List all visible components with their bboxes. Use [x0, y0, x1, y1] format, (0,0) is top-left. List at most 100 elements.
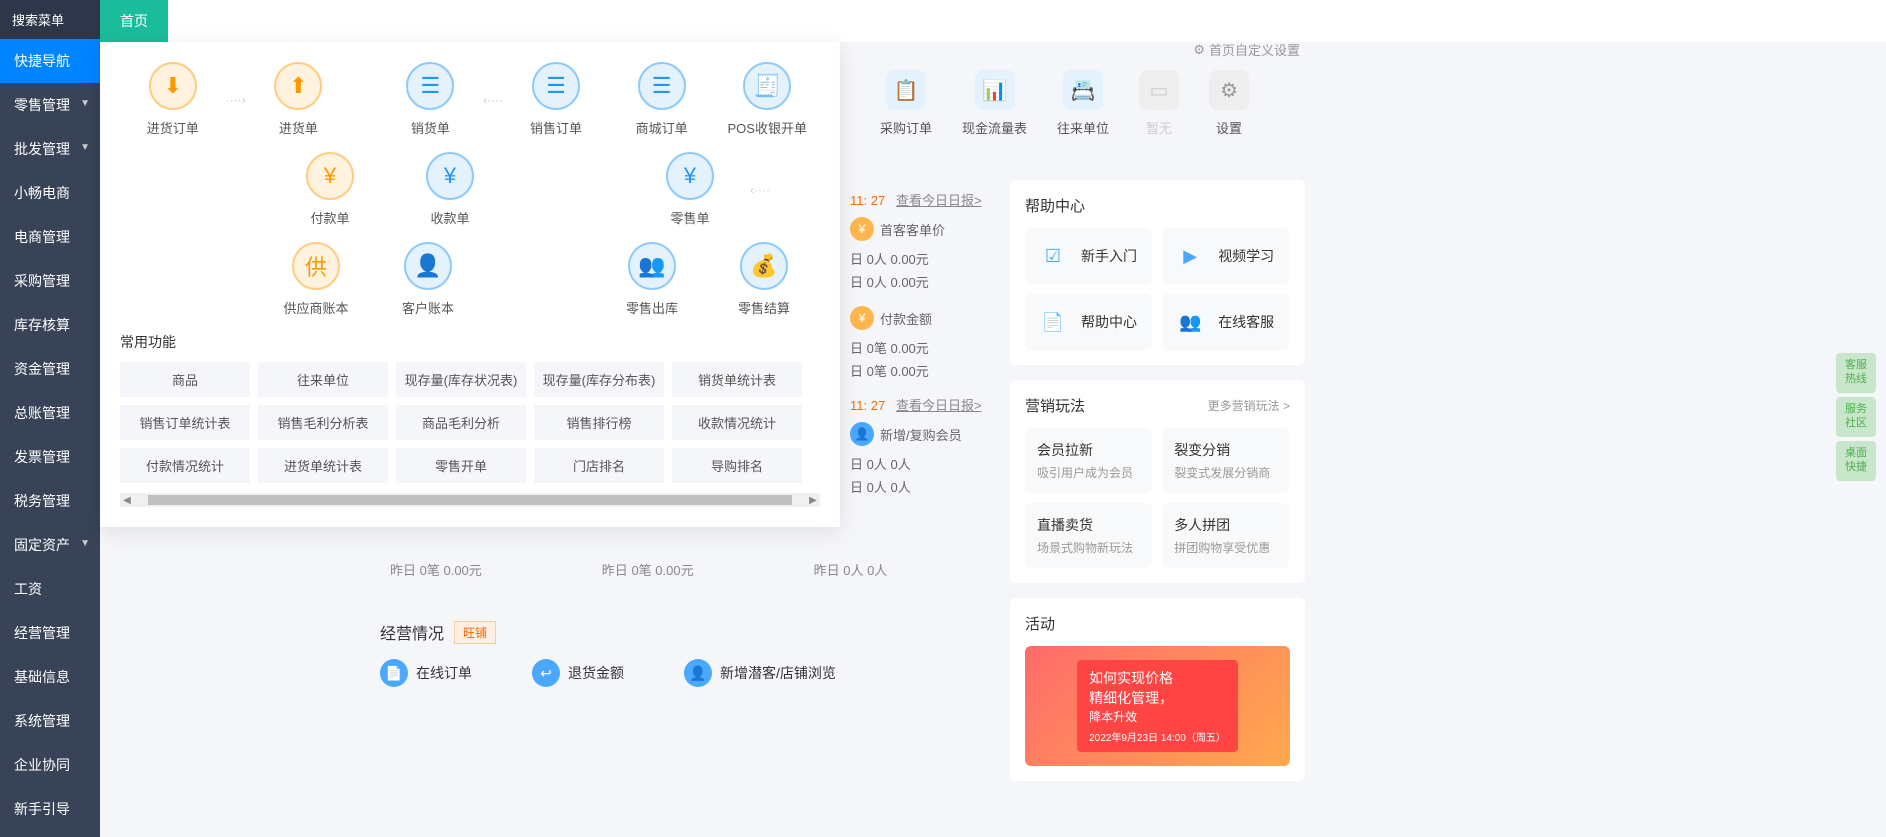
- shortcut-cashflow[interactable]: 📊现金流量表: [962, 70, 1027, 137]
- shortcut-settings[interactable]: ⚙设置: [1209, 70, 1249, 137]
- search-menu[interactable]: 搜索菜单: [0, 0, 100, 39]
- stat-prefix: 日: [850, 364, 863, 379]
- common-function-button[interactable]: 现存量(库存分布表): [534, 362, 664, 397]
- chevron-down-icon: ▼: [80, 142, 90, 153]
- flow-label: POS收银开单: [714, 118, 820, 137]
- shortcut-purchase-order[interactable]: 📋采购订单: [880, 70, 932, 137]
- sidebar-item-purchase[interactable]: 采购管理: [0, 259, 100, 303]
- float-desktop[interactable]: 桌面快捷: [1836, 441, 1876, 481]
- biz-potential[interactable]: 👤新增潜客/店铺浏览: [684, 659, 836, 687]
- common-function-button[interactable]: 销售排行榜: [534, 405, 664, 440]
- sidebar-item-system[interactable]: 系统管理: [0, 699, 100, 743]
- common-function-button[interactable]: 销售毛利分析表: [258, 405, 388, 440]
- sidebar-item-tax[interactable]: 税务管理: [0, 479, 100, 523]
- common-function-button[interactable]: 销售订单统计表: [120, 405, 250, 440]
- flow-retail-out[interactable]: 👥零售出库: [596, 242, 708, 317]
- flow-receipt[interactable]: ¥收款单: [390, 152, 510, 227]
- scroll-right-button[interactable]: ▶: [806, 493, 820, 507]
- top-shortcuts: 📋采购订单 📊现金流量表 📇往来单位 ▭暂无 ⚙设置: [880, 60, 1300, 147]
- sidebar-item-salary[interactable]: 工资: [0, 567, 100, 611]
- daily-report-link[interactable]: 查看今日日报>: [896, 193, 982, 208]
- sidebar-item-inventory[interactable]: 库存核算: [0, 303, 100, 347]
- calendar-icon: 📋: [886, 70, 926, 110]
- mkt-member[interactable]: 会员拉新吸引用户成为会员: [1025, 428, 1152, 493]
- sidebar-item-invoice[interactable]: 发票管理: [0, 435, 100, 479]
- sidebar-item-xiaochang[interactable]: 小畅电商: [0, 171, 100, 215]
- common-function-button[interactable]: 商品: [120, 362, 250, 397]
- sidebar-item-operation[interactable]: 经营管理: [0, 611, 100, 655]
- common-function-button[interactable]: 现存量(库存状况表): [396, 362, 526, 397]
- sidebar-item-retail[interactable]: 零售管理▼: [0, 83, 100, 127]
- float-hotline[interactable]: 客服热线: [1836, 353, 1876, 393]
- activity-banner[interactable]: 如何实现价格 精细化管理， 降本升效 2022年9月23日 14:00（周五）: [1025, 646, 1290, 766]
- user-icon: 👤: [684, 659, 712, 687]
- shortcut-none[interactable]: ▭暂无: [1139, 70, 1179, 137]
- help-label: 在线客服: [1218, 312, 1274, 332]
- shortcut-label: 设置: [1209, 118, 1249, 137]
- arrow-left-icon: ‹····: [483, 93, 503, 107]
- shortcut-contacts[interactable]: 📇往来单位: [1057, 70, 1109, 137]
- common-function-button[interactable]: 往来单位: [258, 362, 388, 397]
- common-function-button[interactable]: 商品毛利分析: [396, 405, 526, 440]
- sidebar-item-ledger[interactable]: 总账管理: [0, 391, 100, 435]
- sidebar-item-collab[interactable]: 企业协同: [0, 743, 100, 787]
- common-function-button[interactable]: 付款情况统计: [120, 448, 250, 483]
- sidebar-item-guide[interactable]: 新手引导: [0, 787, 100, 831]
- flow-sales-bill[interactable]: ☰销货单: [378, 62, 484, 137]
- mkt-title: 多人拼团: [1174, 515, 1277, 535]
- flow-retail-settle[interactable]: 💰零售结算: [708, 242, 820, 317]
- unit-price-icon: ¥: [850, 217, 874, 241]
- common-function-button[interactable]: 导购排名: [672, 448, 802, 483]
- customize-home-link[interactable]: ⚙首页自定义设置: [1193, 40, 1300, 59]
- sidebar-item-basic[interactable]: 基础信息: [0, 655, 100, 699]
- sidebar-item-quicknav[interactable]: 快捷导航: [0, 39, 100, 83]
- float-community[interactable]: 服务社区: [1836, 397, 1876, 437]
- user-icon: 👥: [628, 242, 676, 290]
- sidebar-item-assets[interactable]: 固定资产▼: [0, 523, 100, 567]
- tab-home[interactable]: 首页: [100, 0, 168, 42]
- shortcut-label: 往来单位: [1057, 118, 1109, 137]
- float-buttons: 客服热线 服务社区 桌面快捷: [1836, 353, 1876, 485]
- help-video[interactable]: ▶视频学习: [1162, 228, 1289, 284]
- common-function-button[interactable]: 门店排名: [534, 448, 664, 483]
- sidebar-item-finance[interactable]: 资金管理: [0, 347, 100, 391]
- flow-label: 商城订单: [609, 118, 715, 137]
- flow-payment[interactable]: ¥付款单: [270, 152, 390, 227]
- common-function-button[interactable]: 销货单统计表: [672, 362, 802, 397]
- flow-mall-order[interactable]: ☰商城订单: [609, 62, 715, 137]
- mkt-fission[interactable]: 裂变分销裂变式发展分销商: [1162, 428, 1289, 493]
- mkt-group[interactable]: 多人拼团拼团购物享受优惠: [1162, 503, 1289, 568]
- section-title: 经营情况: [380, 620, 444, 644]
- help-getting-started[interactable]: ☑新手入门: [1025, 228, 1152, 284]
- help-center[interactable]: 📄帮助中心: [1025, 294, 1152, 350]
- sidebar-item-wholesale[interactable]: 批发管理▼: [0, 127, 100, 171]
- biz-refund[interactable]: ↩退货金额: [532, 659, 624, 687]
- money-icon: ¥: [666, 152, 714, 200]
- stat-title: 付款金额: [880, 309, 932, 328]
- flow-customer-ledger[interactable]: 👤客户账本: [372, 242, 484, 317]
- common-function-button[interactable]: 零售开单: [396, 448, 526, 483]
- biz-online-order[interactable]: 📄在线订单: [380, 659, 472, 687]
- horizontal-scrollbar[interactable]: ◀ ▶: [120, 493, 820, 507]
- stat-value: 0人 0.00元: [867, 275, 929, 290]
- common-function-button[interactable]: 收款情况统计: [672, 405, 802, 440]
- flow-retail[interactable]: ¥零售单: [630, 152, 750, 227]
- flow-purchase-order[interactable]: ⬇进货订单: [120, 62, 226, 137]
- scroll-thumb[interactable]: [148, 495, 792, 505]
- marketing-title: 营销玩法: [1025, 395, 1085, 416]
- flow-pos[interactable]: 🧾POS收银开单: [714, 62, 820, 137]
- flow-sales-order[interactable]: ☰销售订单: [503, 62, 609, 137]
- stat-yesterday-left: 昨日 0笔 0.00元: [390, 560, 482, 579]
- daily-report-link[interactable]: 查看今日日报>: [896, 398, 982, 413]
- flow-supplier-ledger[interactable]: 供供应商账本: [260, 242, 372, 317]
- common-function-button[interactable]: 进货单统计表: [258, 448, 388, 483]
- marketing-more-link[interactable]: 更多营销玩法 >: [1208, 397, 1290, 414]
- mkt-sub: 吸引用户成为会员: [1037, 464, 1140, 481]
- help-chat[interactable]: 👥在线客服: [1162, 294, 1289, 350]
- member-icon: 👤: [850, 422, 874, 446]
- mkt-live[interactable]: 直播卖货场景式购物新玩法: [1025, 503, 1152, 568]
- sidebar-item-ecommerce[interactable]: 电商管理: [0, 215, 100, 259]
- scroll-left-button[interactable]: ◀: [120, 493, 134, 507]
- flow-purchase-in[interactable]: ⬆进货单: [246, 62, 352, 137]
- stat-value: 0人 0人: [867, 457, 911, 472]
